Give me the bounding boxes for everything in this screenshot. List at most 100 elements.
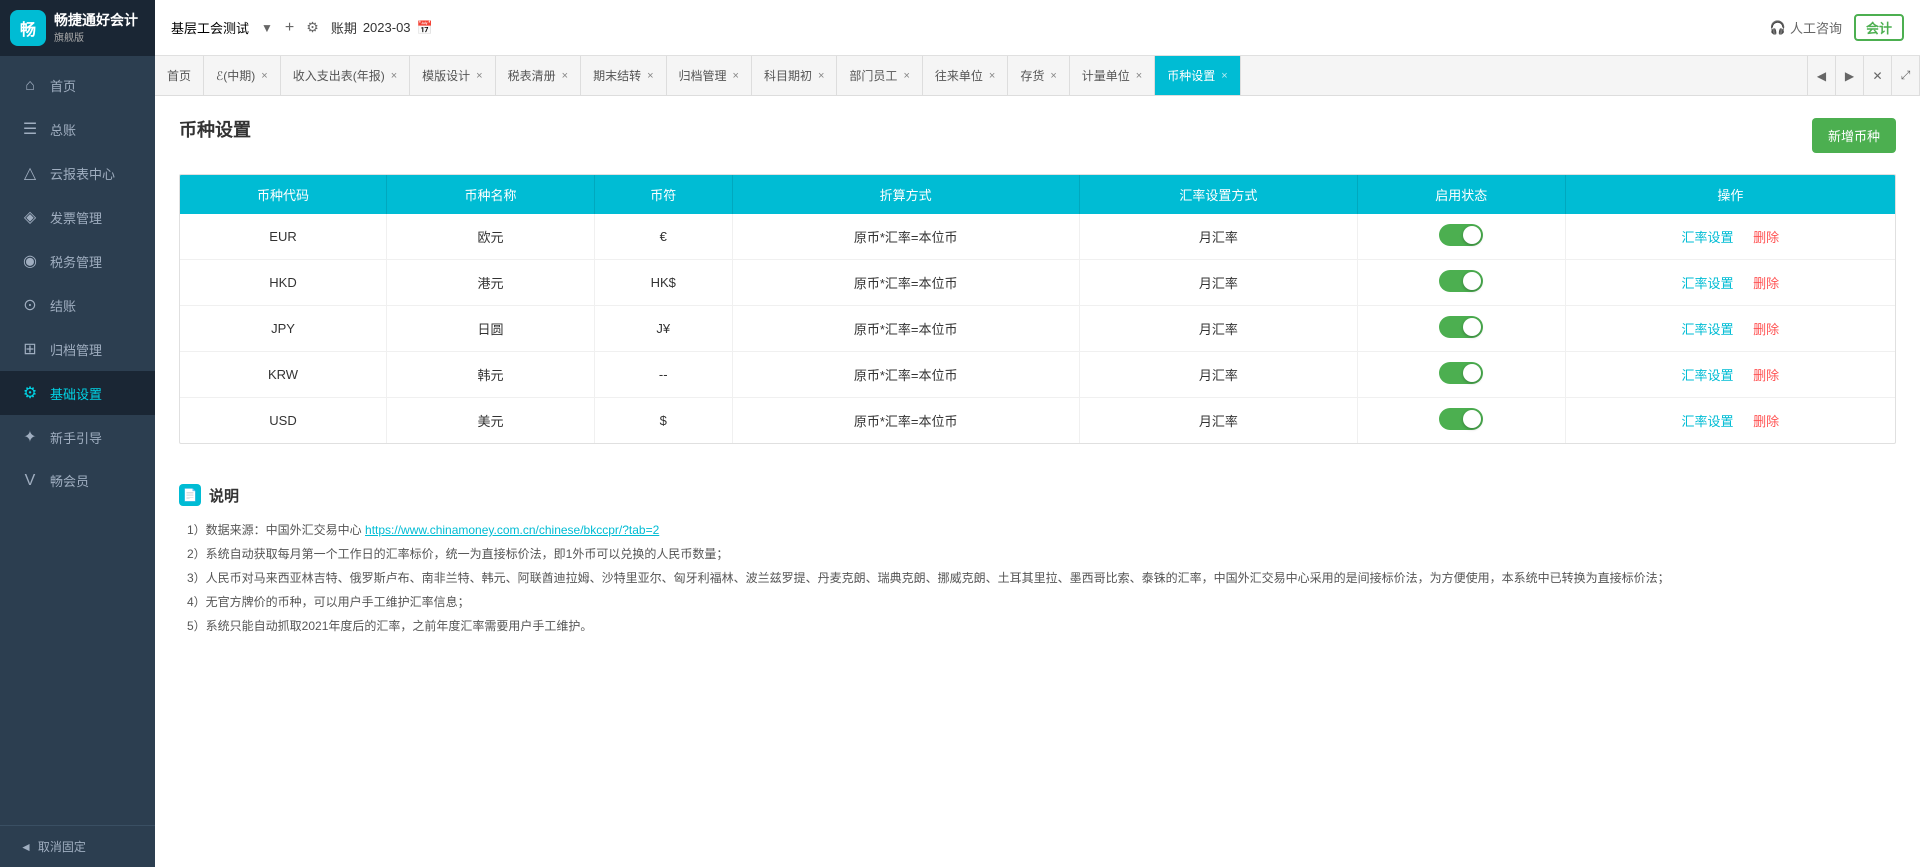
period-value: 2023-03 [363, 20, 411, 35]
invoice-icon: ◈ [20, 207, 40, 227]
sidebar-label-member: 畅会员 [50, 471, 89, 490]
help-button[interactable]: 🎧 人工咨询 [1770, 18, 1842, 37]
cell-rate-method: 月汇率 [1079, 352, 1357, 398]
add-company-icon[interactable]: + [285, 19, 294, 37]
toggle-switch[interactable] [1439, 270, 1483, 292]
tab-staff[interactable]: 部门员工 × [837, 56, 922, 95]
main-area: 基层工会测试 ▼ + ⚙ 账期 2023-03 📅 🎧 人工咨询 会计 首页 [155, 0, 1920, 867]
tab-archivemgmt[interactable]: 归档管理 × [667, 56, 752, 95]
tab-periodend-close[interactable]: × [647, 70, 653, 82]
sidebar-item-reports[interactable]: △ 云报表中心 [0, 151, 155, 195]
toggle-switch[interactable] [1439, 316, 1483, 338]
rate-setting-link[interactable]: 汇率设置 [1682, 414, 1734, 429]
tab-home[interactable]: 首页 [155, 56, 204, 95]
new-currency-button[interactable]: 新增币种 [1812, 118, 1896, 153]
delete-link[interactable]: 删除 [1753, 322, 1779, 337]
col-name: 币种名称 [387, 175, 595, 214]
cell-name: 港元 [387, 260, 595, 306]
sidebar-item-checkout[interactable]: ⊙ 结账 [0, 283, 155, 327]
delete-link[interactable]: 删除 [1753, 230, 1779, 245]
tab-staff-label: 部门员工 [849, 67, 897, 84]
guide-icon: ✦ [20, 427, 40, 447]
tab-archivemgmt-close[interactable]: × [733, 70, 739, 82]
cell-action: 汇率设置 删除 [1565, 398, 1895, 444]
cell-code: JPY [180, 306, 387, 352]
tab-income-close[interactable]: × [391, 70, 397, 82]
cell-rate-method: 月汇率 [1079, 398, 1357, 444]
sidebar-logo: 畅 畅捷通好会计 旗舰版 [0, 0, 155, 56]
tab-balance-close[interactable]: × [261, 70, 267, 82]
col-action: 操作 [1565, 175, 1895, 214]
tab-units-close[interactable]: × [989, 70, 995, 82]
tab-close-all-button[interactable]: ✕ [1864, 56, 1892, 96]
role-badge[interactable]: 会计 [1854, 14, 1904, 41]
tab-taxclear-close[interactable]: × [562, 70, 568, 82]
cell-code: HKD [180, 260, 387, 306]
checkout-icon: ⊙ [20, 295, 40, 315]
sidebar-item-settings[interactable]: ⚙ 基础设置 [0, 371, 155, 415]
sidebar-item-member[interactable]: V 畅会员 [0, 459, 155, 502]
tab-template[interactable]: 模版设计 × [410, 56, 495, 95]
cell-action: 汇率设置 删除 [1565, 352, 1895, 398]
cell-symbol: HK$ [594, 260, 732, 306]
tab-units[interactable]: 往来单位 × [923, 56, 1008, 95]
tab-taxclear[interactable]: 税表清册 × [496, 56, 581, 95]
tab-inventory-close[interactable]: × [1050, 70, 1056, 82]
col-method: 折算方式 [732, 175, 1079, 214]
sidebar-item-guide[interactable]: ✦ 新手引导 [0, 415, 155, 459]
notes-item: 5）系统只能自动抓取2021年度后的汇率，之前年度汇率需要用户手工维护。 [187, 614, 1896, 638]
tab-subjects-close[interactable]: × [818, 70, 824, 82]
calendar-icon[interactable]: 📅 [417, 20, 433, 36]
sidebar-label-reports: 云报表中心 [50, 164, 115, 183]
notes-section: 📄 说明 1）数据来源：中国外汇交易中心 https://www.chinamo… [179, 484, 1896, 638]
toggle-switch[interactable] [1439, 362, 1483, 384]
page-content: 币种设置 新增币种 币种代码 币种名称 币符 折算方式 汇率设置方式 启用状态 … [155, 96, 1920, 867]
delete-link[interactable]: 删除 [1753, 368, 1779, 383]
tab-next-button[interactable]: ▶ [1836, 56, 1864, 96]
tab-staff-close[interactable]: × [903, 70, 909, 82]
tax-icon: ◉ [20, 251, 40, 271]
tab-income[interactable]: 收入支出表(年报) × [281, 56, 410, 95]
sidebar-pin-button[interactable]: ◄ 取消固定 [0, 825, 155, 867]
tab-units2-close[interactable]: × [1136, 70, 1142, 82]
sidebar-item-ledger[interactable]: ☰ 总账 [0, 107, 155, 151]
page-title: 币种设置 [179, 116, 251, 142]
rate-setting-link[interactable]: 汇率设置 [1682, 322, 1734, 337]
tab-inventory[interactable]: 存货 × [1008, 56, 1069, 95]
cell-name: 欧元 [387, 214, 595, 260]
cell-status [1357, 306, 1565, 352]
sidebar-item-invoice[interactable]: ◈ 发票管理 [0, 195, 155, 239]
delete-link[interactable]: 删除 [1753, 414, 1779, 429]
notes-title: 说明 [209, 485, 239, 506]
logo-icon: 畅 [10, 10, 46, 46]
cell-symbol: $ [594, 398, 732, 444]
notes-link[interactable]: https://www.chinamoney.com.cn/chinese/bk… [365, 523, 659, 537]
cell-code: USD [180, 398, 387, 444]
sidebar-label-home: 首页 [50, 76, 76, 95]
rate-setting-link[interactable]: 汇率设置 [1682, 368, 1734, 383]
tab-currency-close[interactable]: × [1221, 70, 1227, 82]
cell-action: 汇率设置 删除 [1565, 260, 1895, 306]
tab-balance[interactable]: ℰ(中期) × [204, 56, 281, 95]
toggle-switch[interactable] [1439, 224, 1483, 246]
rate-setting-link[interactable]: 汇率设置 [1682, 230, 1734, 245]
tab-expand-button[interactable]: ⤢ [1892, 56, 1920, 96]
rate-setting-link[interactable]: 汇率设置 [1682, 276, 1734, 291]
toggle-switch[interactable] [1439, 408, 1483, 430]
cell-code: KRW [180, 352, 387, 398]
tab-units2[interactable]: 计量单位 × [1070, 56, 1155, 95]
tab-template-close[interactable]: × [476, 70, 482, 82]
tab-prev-button[interactable]: ◀ [1808, 56, 1836, 96]
tab-subjects[interactable]: 科目期初 × [752, 56, 837, 95]
sidebar-item-tax[interactable]: ◉ 税务管理 [0, 239, 155, 283]
sidebar: 畅 畅捷通好会计 旗舰版 ⌂ 首页 ☰ 总账 △ 云报表中心 ◈ 发票管理 [0, 0, 155, 867]
tab-currency[interactable]: 币种设置 × [1155, 56, 1240, 95]
tab-units-label: 往来单位 [935, 67, 983, 84]
col-symbol: 币符 [594, 175, 732, 214]
sidebar-item-archive[interactable]: ⊞ 归档管理 [0, 327, 155, 371]
delete-link[interactable]: 删除 [1753, 276, 1779, 291]
sidebar-item-home[interactable]: ⌂ 首页 [0, 64, 155, 107]
company-dropdown-icon[interactable]: ▼ [261, 21, 273, 35]
settings-gear-icon[interactable]: ⚙ [306, 19, 319, 36]
tab-periodend[interactable]: 期末结转 × [581, 56, 666, 95]
